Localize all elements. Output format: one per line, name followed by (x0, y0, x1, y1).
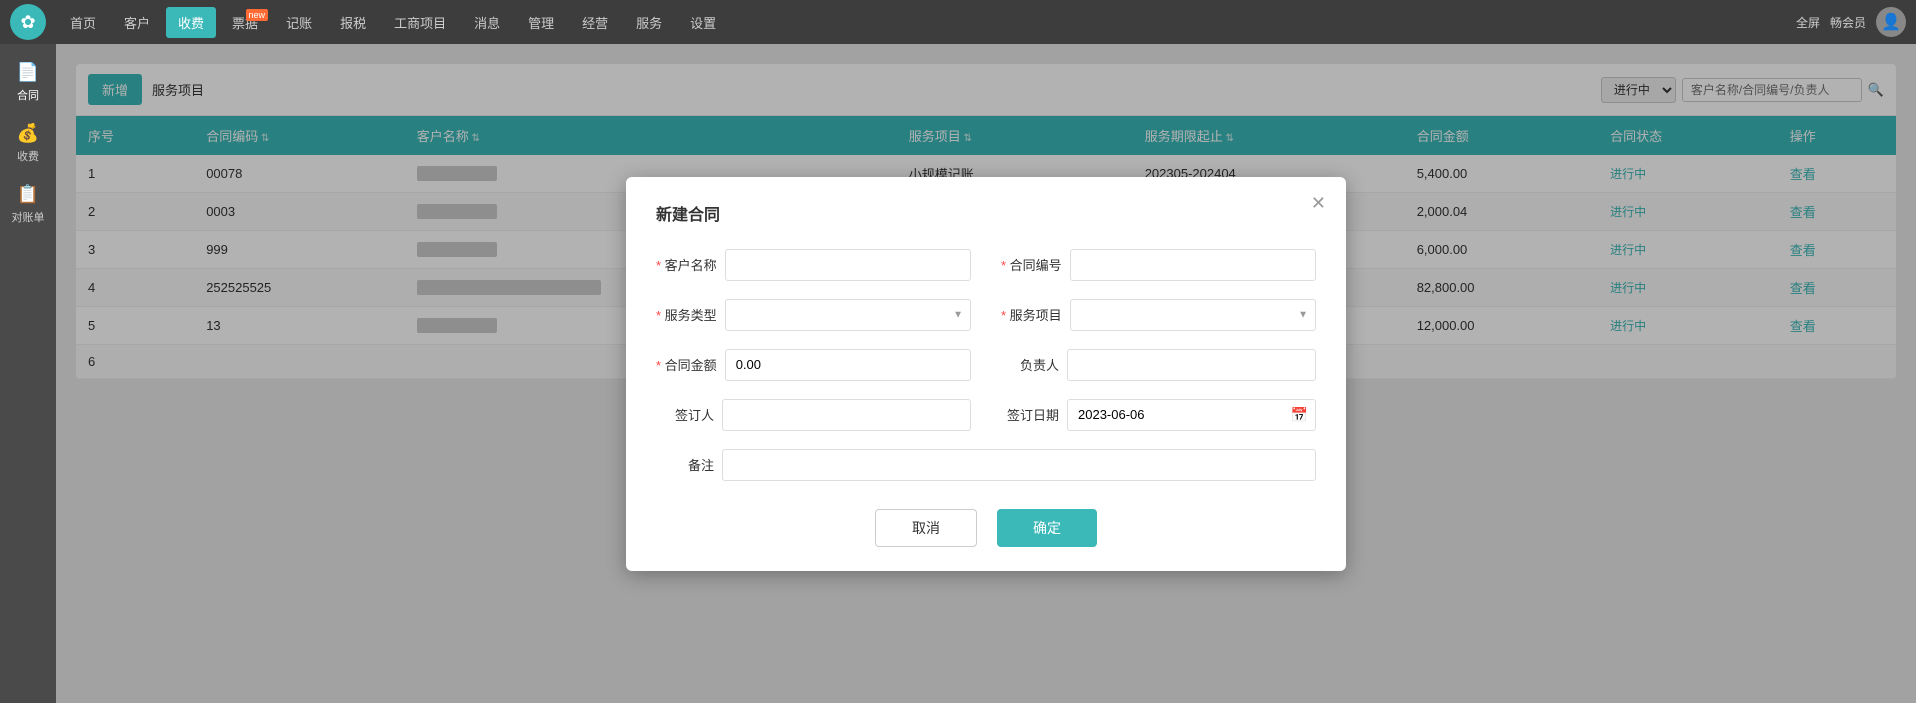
responsible-input[interactable] (1067, 349, 1316, 381)
nav-service[interactable]: 服务 (624, 7, 674, 38)
field-responsible: 负责人 (1001, 349, 1316, 381)
field-signer: 签订人 (656, 399, 971, 431)
nav-business[interactable]: 工商项目 (382, 7, 458, 38)
nav-billing[interactable]: 收费 (166, 7, 216, 38)
sidebar-item-billing[interactable]: 💰 收费 (3, 115, 53, 172)
contract-amount-input[interactable] (725, 349, 971, 381)
responsible-label: 负责人 (1001, 355, 1059, 374)
nav-customer[interactable]: 客户 (112, 7, 162, 38)
field-service-item: 服务项目 ▼ (1001, 299, 1316, 331)
nav-home[interactable]: 首页 (58, 7, 108, 38)
nav-message[interactable]: 消息 (462, 7, 512, 38)
sidebar: 📄 合同 💰 收费 📋 对账单 (0, 44, 56, 703)
service-type-label: 服务类型 (656, 305, 717, 324)
service-type-select[interactable] (725, 299, 971, 331)
signer-label: 签订人 (656, 405, 714, 424)
field-contract-amount: 合同金额 (656, 349, 971, 381)
sidebar-item-contract[interactable]: 📄 合同 (3, 54, 53, 111)
modal-footer: 取消 确定 (656, 509, 1316, 547)
nav-manage[interactable]: 管理 (516, 7, 566, 38)
nav-bookkeeping[interactable]: 记账 (274, 7, 324, 38)
nav-invoice[interactable]: 票据 new (220, 7, 270, 38)
sign-date-label: 签订日期 (1001, 405, 1059, 424)
sidebar-item-statement[interactable]: 📋 对账单 (3, 176, 53, 233)
modal-form: 客户名称 合同编号 服务类型 ▼ (656, 249, 1316, 481)
modal-dialog: 新建合同 ✕ 客户名称 合同编号 服务类型 (626, 177, 1346, 571)
remark-label: 备注 (656, 455, 714, 474)
contract-no-label: 合同编号 (1001, 255, 1062, 274)
avatar[interactable]: 👤 (1876, 7, 1906, 37)
modal-close-button[interactable]: ✕ (1311, 193, 1326, 214)
nav-right: 全屏 畅会员 👤 (1796, 7, 1906, 37)
service-type-select-wrap: ▼ (725, 299, 971, 331)
field-service-type: 服务类型 ▼ (656, 299, 971, 331)
customer-name-label: 客户名称 (656, 255, 717, 274)
new-badge: new (246, 9, 269, 21)
member-button[interactable]: 畅会员 (1830, 14, 1866, 31)
top-nav: ✿ 首页 客户 收费 票据 new 记账 报税 工商项目 消息 管理 经营 服务… (0, 0, 1916, 44)
remark-input[interactable] (722, 449, 1316, 481)
contract-icon: 📄 (17, 62, 39, 83)
nav-tax[interactable]: 报税 (328, 7, 378, 38)
field-remark: 备注 (656, 449, 1316, 481)
statement-icon: 📋 (17, 184, 39, 205)
fullscreen-button[interactable]: 全屏 (1796, 14, 1820, 31)
service-item-select[interactable] (1070, 299, 1316, 331)
modal-title: 新建合同 (656, 201, 1316, 225)
nav-items: 首页 客户 收费 票据 new 记账 报税 工商项目 消息 管理 经营 服务 设… (58, 7, 1796, 38)
service-item-label: 服务项目 (1001, 305, 1062, 324)
contract-no-input[interactable] (1070, 249, 1316, 281)
field-contract-no: 合同编号 (1001, 249, 1316, 281)
nav-settings[interactable]: 设置 (678, 7, 728, 38)
sidebar-item-label-billing: 收费 (17, 148, 39, 164)
service-item-select-wrap: ▼ (1070, 299, 1316, 331)
billing-icon: 💰 (17, 123, 39, 144)
sign-date-input[interactable] (1067, 399, 1316, 431)
confirm-button[interactable]: 确定 (997, 509, 1097, 547)
content-area: 新增 服务项目 进行中 已完成 已取消 🔍 序号 合同编 (56, 44, 1916, 703)
customer-name-input[interactable] (725, 249, 971, 281)
main-layout: 📄 合同 💰 收费 📋 对账单 新增 服务项目 进行中 已完成 已取消 (0, 44, 1916, 703)
date-wrap: 📅 (1067, 399, 1316, 431)
modal-overlay: 新建合同 ✕ 客户名称 合同编号 服务类型 (56, 44, 1916, 703)
signer-input[interactable] (722, 399, 971, 431)
nav-operation[interactable]: 经营 (570, 7, 620, 38)
sidebar-item-label-contract: 合同 (17, 87, 39, 103)
cancel-button[interactable]: 取消 (875, 509, 977, 547)
calendar-icon[interactable]: 📅 (1291, 406, 1308, 423)
field-customer-name: 客户名称 (656, 249, 971, 281)
contract-amount-label: 合同金额 (656, 355, 717, 374)
sidebar-item-label-statement: 对账单 (12, 209, 45, 225)
field-sign-date: 签订日期 📅 (1001, 399, 1316, 431)
logo-icon: ✿ (10, 4, 46, 40)
